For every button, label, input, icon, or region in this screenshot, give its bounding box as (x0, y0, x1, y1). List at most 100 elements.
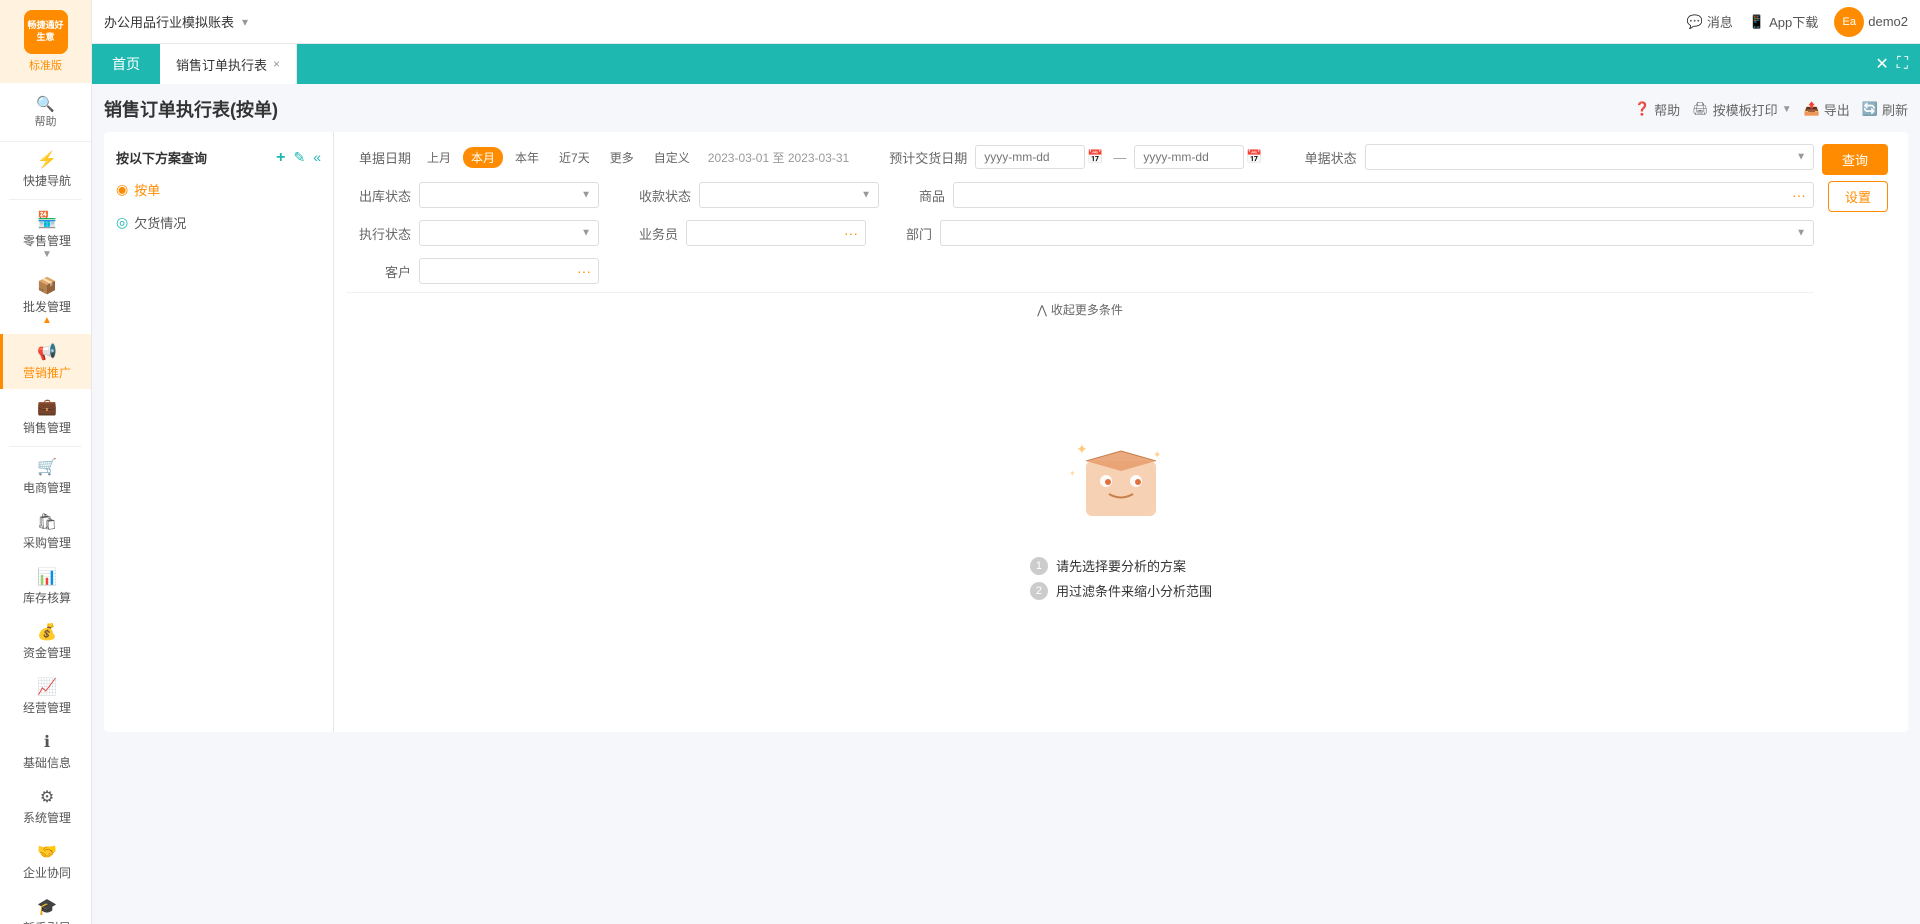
page-inner: 销售订单执行表(按单) ❓ 帮助 🖨 按模板打印 ▼ 📤 导出 (104, 96, 1908, 732)
left-panel-icons: + ✎ « (276, 149, 321, 167)
topbar-title: 办公用品行业模拟账表 (104, 12, 234, 31)
tabbar-close-button[interactable]: ✕ (1875, 54, 1888, 74)
message-button[interactable]: 💬 消息 (1687, 12, 1733, 31)
tabbar-maximize-button[interactable]: ⛶ (1897, 55, 1908, 73)
sidebar-item-finance[interactable]: 💰 资金管理 (0, 614, 91, 669)
add-scheme-button[interactable]: + (276, 149, 285, 167)
sidebar-item-cooperation[interactable]: 🤝 企业协同 (0, 834, 91, 889)
customer-dots-icon[interactable]: ··· (577, 263, 591, 279)
topbar-left: 办公用品行业模拟账表 ▾ (104, 12, 248, 31)
export-button[interactable]: 📤 导出 (1804, 100, 1850, 119)
tab-active[interactable]: 销售订单执行表 × (160, 44, 297, 84)
app-download-icon: 📱 (1749, 14, 1765, 30)
exec-status-select[interactable] (419, 220, 599, 246)
help-label: 帮助 (1654, 100, 1680, 119)
left-panel-header: 按以下方案查询 + ✎ « (104, 142, 333, 173)
collapse-scheme-button[interactable]: « (313, 149, 321, 167)
collapse-label: 收起更多条件 (1051, 301, 1123, 318)
left-panel-title: 按以下方案查询 (116, 148, 207, 167)
user-profile[interactable]: Ea demo2 (1834, 7, 1908, 37)
date-tab-7days[interactable]: 近7天 (551, 147, 598, 168)
date-range-display: 2023-03-01 至 2023-03-31 (708, 149, 849, 166)
cooperation-icon: 🤝 (37, 842, 57, 862)
expected-date-start-input[interactable] (975, 145, 1085, 169)
sidebar-item-basic[interactable]: ℹ 基础信息 (0, 724, 91, 779)
expected-date-end-input[interactable] (1134, 145, 1244, 169)
sidebar-label-sales: 销售管理 (23, 419, 71, 436)
inventory-icon: 📊 (37, 567, 57, 587)
receipt-status-select[interactable] (699, 182, 879, 208)
help-button[interactable]: ❓ 帮助 (1634, 100, 1680, 119)
empty-step-1: 1 请先选择要分析的方案 (1030, 556, 1212, 575)
page-content: 销售订单执行表(按单) ❓ 帮助 🖨 按模板打印 ▼ 📤 导出 (92, 84, 1920, 924)
sidebar-item-system[interactable]: ⚙ 系统管理 (0, 779, 91, 834)
sales-icon: 💼 (37, 397, 57, 417)
dept-label: 部门 (906, 224, 932, 243)
purchase-icon: 🛍 (37, 512, 57, 532)
scheme-icon-order: ◉ (116, 181, 128, 198)
sidebar-label-cooperation: 企业协同 (23, 864, 71, 881)
dept-select[interactable] (940, 220, 1814, 246)
step-num-1: 1 (1030, 557, 1048, 575)
user-name: demo2 (1868, 14, 1908, 29)
divider-1 (9, 199, 82, 200)
sidebar-item-retail[interactable]: 🏪 零售管理 ▼ (0, 202, 91, 268)
collapse-arrow-icon: ⋀ (1037, 303, 1047, 317)
collapse-button[interactable]: ⋀ 收起更多条件 (1037, 301, 1123, 318)
topbar-arrow[interactable]: ▾ (242, 15, 248, 29)
date-tab-lastmonth[interactable]: 上月 (419, 147, 459, 168)
sidebar-label-finance: 资金管理 (23, 644, 71, 661)
date-label: 单据日期 (346, 148, 411, 167)
date-tab-custom[interactable]: 自定义 (646, 147, 698, 168)
setting-button[interactable]: 设置 (1828, 181, 1888, 212)
tab-home[interactable]: 首页 (92, 44, 160, 84)
goods-dots-icon[interactable]: ··· (1792, 187, 1806, 203)
sidebar-label-newuser: 新手引导 (23, 919, 71, 924)
date-tab-thisyear[interactable]: 本年 (507, 147, 547, 168)
sidebar-label-ecommerce: 电商管理 (23, 479, 71, 496)
print-button[interactable]: 🖨 按模板打印 ▼ (1692, 100, 1791, 119)
date-tab-thismonth[interactable]: 本月 (463, 147, 503, 168)
query-button[interactable]: 查询 (1822, 144, 1888, 175)
collapse-row: ⋀ 收起更多条件 (346, 292, 1814, 326)
finance-icon: 💰 (37, 622, 57, 642)
sidebar-item-operation[interactable]: 📈 经营管理 (0, 669, 91, 724)
customer-input[interactable] (419, 258, 599, 284)
expected-date-label: 预计交货日期 (889, 148, 967, 167)
svg-text:✦: ✦ (1069, 469, 1076, 478)
marketing-icon: 📢 (37, 342, 57, 362)
sidebar-item-sales[interactable]: 💼 销售管理 (0, 389, 91, 444)
left-panel: 按以下方案查询 + ✎ « ◉ 按单 ◎ 欠货情况 (104, 132, 334, 732)
sidebar-item-newuser[interactable]: 🎓 新手引导 (0, 889, 91, 924)
search-menu-button[interactable]: 🔍 帮助 (6, 91, 85, 133)
edit-scheme-button[interactable]: ✎ (293, 149, 305, 167)
sidebar-item-inventory[interactable]: 📊 库存核算 (0, 559, 91, 614)
app-download-button[interactable]: 📱 App下载 (1749, 12, 1818, 31)
customer-label: 客户 (346, 262, 411, 281)
retail-icon: 🏪 (37, 210, 57, 230)
delivery-status-select[interactable] (419, 182, 599, 208)
content-body: 按以下方案查询 + ✎ « ◉ 按单 ◎ 欠货情况 (104, 132, 1908, 732)
empty-state-text: 1 请先选择要分析的方案 2 用过滤条件来缩小分析范围 (1030, 556, 1212, 606)
expected-date-start-icon[interactable]: 📅 (1087, 149, 1103, 165)
goods-input[interactable] (953, 182, 1814, 208)
refresh-button[interactable]: 🔄 刷新 (1862, 100, 1908, 119)
sidebar-item-marketing[interactable]: 📢 营销推广 (0, 334, 91, 389)
salesperson-dots-icon[interactable]: ··· (844, 225, 858, 241)
export-label: 导出 (1824, 100, 1850, 119)
search-menu-label: 帮助 (35, 113, 57, 129)
date-tab-more[interactable]: 更多 (602, 147, 642, 168)
scheme-label-shortage: 欠货情况 (134, 213, 186, 232)
scheme-item-shortage[interactable]: ◎ 欠货情况 (104, 206, 333, 239)
tab-close-button[interactable]: × (273, 57, 280, 71)
expected-date-end-icon[interactable]: 📅 (1246, 149, 1262, 165)
status-select[interactable] (1365, 144, 1814, 170)
sidebar-item-purchase[interactable]: 🛍 采购管理 (0, 504, 91, 559)
salesperson-input[interactable] (686, 220, 866, 246)
topbar: 办公用品行业模拟账表 ▾ 💬 消息 📱 App下载 Ea demo2 (92, 0, 1920, 44)
sidebar-item-quicknav[interactable]: ⚡ 快捷导航 (0, 142, 91, 197)
sidebar-item-wholesale[interactable]: 📦 批发管理 ▲ (0, 268, 91, 334)
empty-state-icon: ✦ ✦ ✦ (1061, 416, 1181, 536)
sidebar-item-ecommerce[interactable]: 🛒 电商管理 (0, 449, 91, 504)
scheme-item-order[interactable]: ◉ 按单 (104, 173, 333, 206)
